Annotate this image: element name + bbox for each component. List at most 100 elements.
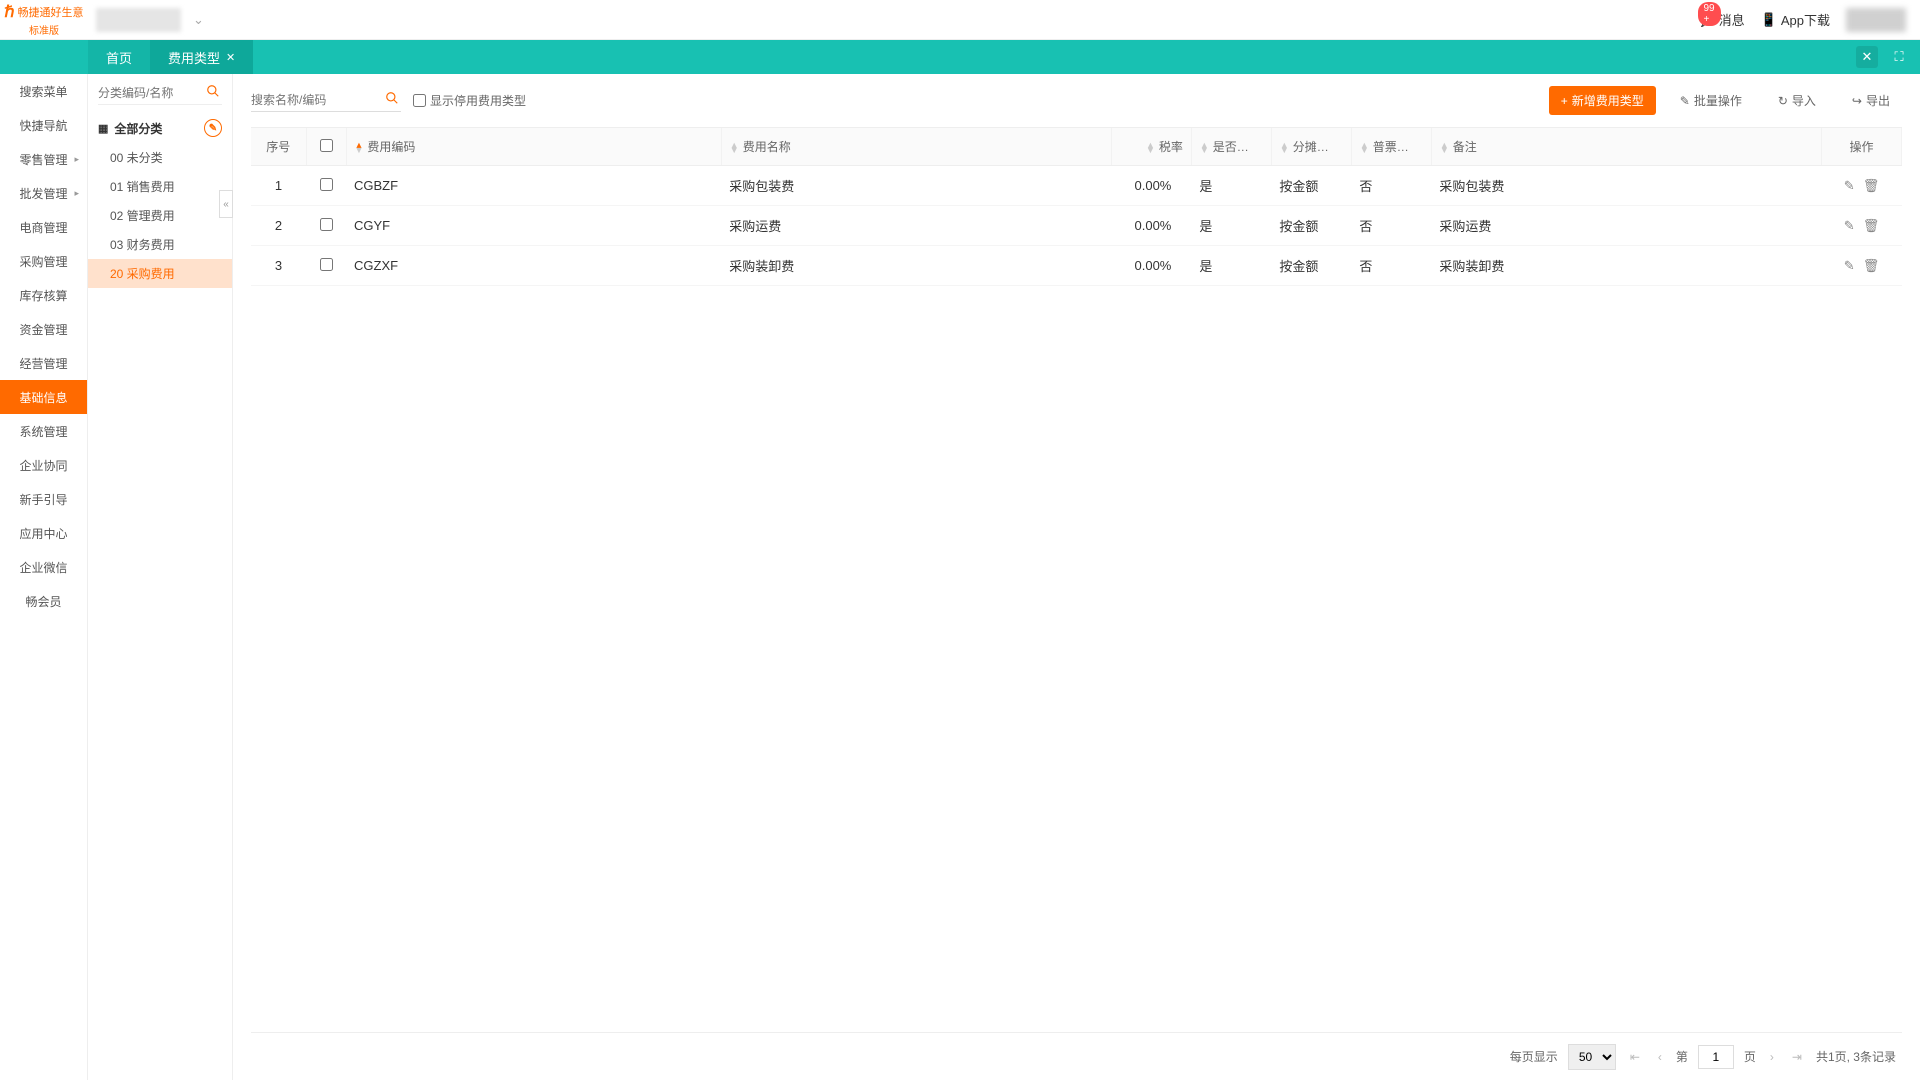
nav-item[interactable]: 批发管理▸: [0, 176, 87, 210]
cell-is2: 否: [1351, 206, 1431, 246]
col-remark[interactable]: ▲▼备注: [1431, 128, 1821, 166]
col-code[interactable]: ▲▼费用编码: [346, 128, 721, 166]
left-nav: 搜索菜单快捷导航零售管理▸批发管理▸电商管理采购管理库存核算资金管理经营管理基础…: [0, 74, 88, 1080]
page-prev-icon[interactable]: ‹: [1654, 1050, 1666, 1064]
nav-item[interactable]: 库存核算: [0, 278, 87, 312]
table-row: 2CGYF采购运费0.00%是按金额否采购运费✎🗑: [251, 206, 1902, 246]
page-input[interactable]: [1698, 1045, 1734, 1069]
tab-home[interactable]: 首页: [88, 40, 150, 74]
main-search-input[interactable]: [251, 89, 401, 112]
app-download-link[interactable]: 📱 App下载: [1761, 10, 1830, 29]
table-row: 1CGBZF采购包装费0.00%是按金额否采购包装费✎🗑: [251, 166, 1902, 206]
main-layout: 搜索菜单快捷导航零售管理▸批发管理▸电商管理采购管理库存核算资金管理经营管理基础…: [0, 74, 1920, 1080]
import-icon: ↻: [1778, 94, 1788, 108]
page-prefix: 第: [1676, 1048, 1688, 1065]
cell-is1: 是: [1191, 166, 1271, 206]
batch-label: 批量操作: [1694, 92, 1742, 109]
edit-icon[interactable]: ✎: [1844, 178, 1855, 193]
nav-item[interactable]: 基础信息: [0, 380, 87, 414]
import-label: 导入: [1792, 92, 1816, 109]
cell-checkbox[interactable]: [306, 166, 346, 206]
avatar-blurred[interactable]: [1846, 8, 1906, 32]
row-checkbox[interactable]: [320, 258, 333, 271]
expense-table: 序号 ▲▼费用编码 ▲▼费用名称 ▲▼税率 ▲▼是否… ▲▼分摊… ▲▼普票… …: [251, 128, 1902, 286]
cell-rate: 0.00%: [1111, 206, 1191, 246]
category-item[interactable]: 00 未分类: [88, 143, 232, 172]
top-header: ℏ 畅捷通好生意 标准版 ⌄ 99 + 💬 消息 📱 App下载: [0, 0, 1920, 40]
edit-icon[interactable]: ✎: [1844, 218, 1855, 233]
cell-alloc: 按金额: [1271, 166, 1351, 206]
delete-icon[interactable]: 🗑: [1863, 178, 1880, 193]
col-alloc[interactable]: ▲▼分摊…: [1271, 128, 1351, 166]
cell-ops: ✎🗑: [1822, 206, 1902, 246]
row-checkbox[interactable]: [320, 178, 333, 191]
page-first-icon[interactable]: ⇤: [1626, 1050, 1644, 1064]
col-rate[interactable]: ▲▼税率: [1111, 128, 1191, 166]
show-disabled-checkbox[interactable]: 显示停用费用类型: [413, 92, 526, 109]
page-next-icon[interactable]: ›: [1766, 1050, 1778, 1064]
category-all[interactable]: ▦ 全部分类 ✎: [88, 113, 232, 143]
nav-item[interactable]: 畅会员: [0, 584, 87, 618]
nav-item[interactable]: 资金管理: [0, 312, 87, 346]
tenant-chevron-icon[interactable]: ⌄: [193, 12, 204, 28]
cell-name: 采购包装费: [721, 166, 1111, 206]
nav-item[interactable]: 企业微信: [0, 550, 87, 584]
export-icon: ↪: [1852, 94, 1862, 108]
messages-label: 消息: [1719, 10, 1745, 29]
messages-link[interactable]: 99 + 💬 消息: [1698, 10, 1744, 29]
nav-item[interactable]: 企业协同: [0, 448, 87, 482]
cell-alloc: 按金额: [1271, 206, 1351, 246]
cell-checkbox[interactable]: [306, 246, 346, 286]
delete-icon[interactable]: 🗑: [1863, 218, 1880, 233]
col-is2[interactable]: ▲▼普票…: [1351, 128, 1431, 166]
cell-is2: 否: [1351, 166, 1431, 206]
col-seq[interactable]: 序号: [251, 128, 306, 166]
col-checkbox[interactable]: [306, 128, 346, 166]
edit-icon: ✎: [1680, 94, 1690, 108]
cell-code: CGZXF: [346, 246, 721, 286]
category-item[interactable]: 20 采购费用: [88, 259, 232, 288]
cell-alloc: 按金额: [1271, 246, 1351, 286]
batch-ops-button[interactable]: ✎ 批量操作: [1668, 86, 1754, 115]
select-all-checkbox[interactable]: [320, 139, 333, 152]
add-expense-type-button[interactable]: + 新增费用类型: [1549, 86, 1656, 115]
search-icon[interactable]: [385, 91, 399, 108]
col-name[interactable]: ▲▼费用名称: [721, 128, 1111, 166]
nav-item[interactable]: 采购管理: [0, 244, 87, 278]
tabbar-close-all-icon[interactable]: ✕: [1856, 46, 1878, 68]
nav-item[interactable]: 零售管理▸: [0, 142, 87, 176]
nav-item[interactable]: 电商管理: [0, 210, 87, 244]
edit-icon[interactable]: ✎: [1844, 258, 1855, 273]
category-edit-icon[interactable]: ✎: [204, 119, 222, 137]
nav-item[interactable]: 快捷导航: [0, 108, 87, 142]
nav-item[interactable]: 搜索菜单: [0, 74, 87, 108]
per-page-select[interactable]: 50: [1568, 1044, 1616, 1070]
nav-item[interactable]: 经营管理: [0, 346, 87, 380]
category-item[interactable]: 01 销售费用: [88, 172, 232, 201]
add-button-label: 新增费用类型: [1572, 92, 1644, 109]
brand-sub: 标准版: [29, 22, 59, 37]
import-button[interactable]: ↻ 导入: [1766, 86, 1828, 115]
messages-badge: 99 +: [1698, 2, 1720, 26]
tabbar-fullscreen-icon[interactable]: ⛶: [1888, 46, 1910, 68]
search-icon[interactable]: [206, 84, 220, 101]
cell-ops: ✎🗑: [1822, 246, 1902, 286]
tab-close-icon[interactable]: ✕: [226, 51, 235, 64]
tab-expense-type[interactable]: 费用类型 ✕: [150, 40, 253, 74]
top-right: 99 + 💬 消息 📱 App下载: [1698, 8, 1920, 32]
cell-checkbox[interactable]: [306, 206, 346, 246]
category-item[interactable]: 03 财务费用: [88, 230, 232, 259]
page-last-icon[interactable]: ⇥: [1788, 1050, 1806, 1064]
show-disabled-input[interactable]: [413, 94, 426, 107]
nav-item[interactable]: 应用中心: [0, 516, 87, 550]
category-collapse-icon[interactable]: «: [219, 190, 233, 218]
caret-icon: ▸: [74, 188, 79, 199]
category-item[interactable]: 02 管理费用: [88, 201, 232, 230]
row-checkbox[interactable]: [320, 218, 333, 231]
delete-icon[interactable]: 🗑: [1863, 258, 1880, 273]
export-button[interactable]: ↪ 导出: [1840, 86, 1902, 115]
nav-item[interactable]: 系统管理: [0, 414, 87, 448]
col-is1[interactable]: ▲▼是否…: [1191, 128, 1271, 166]
nav-item[interactable]: 新手引导: [0, 482, 87, 516]
category-search-input[interactable]: [98, 82, 222, 105]
